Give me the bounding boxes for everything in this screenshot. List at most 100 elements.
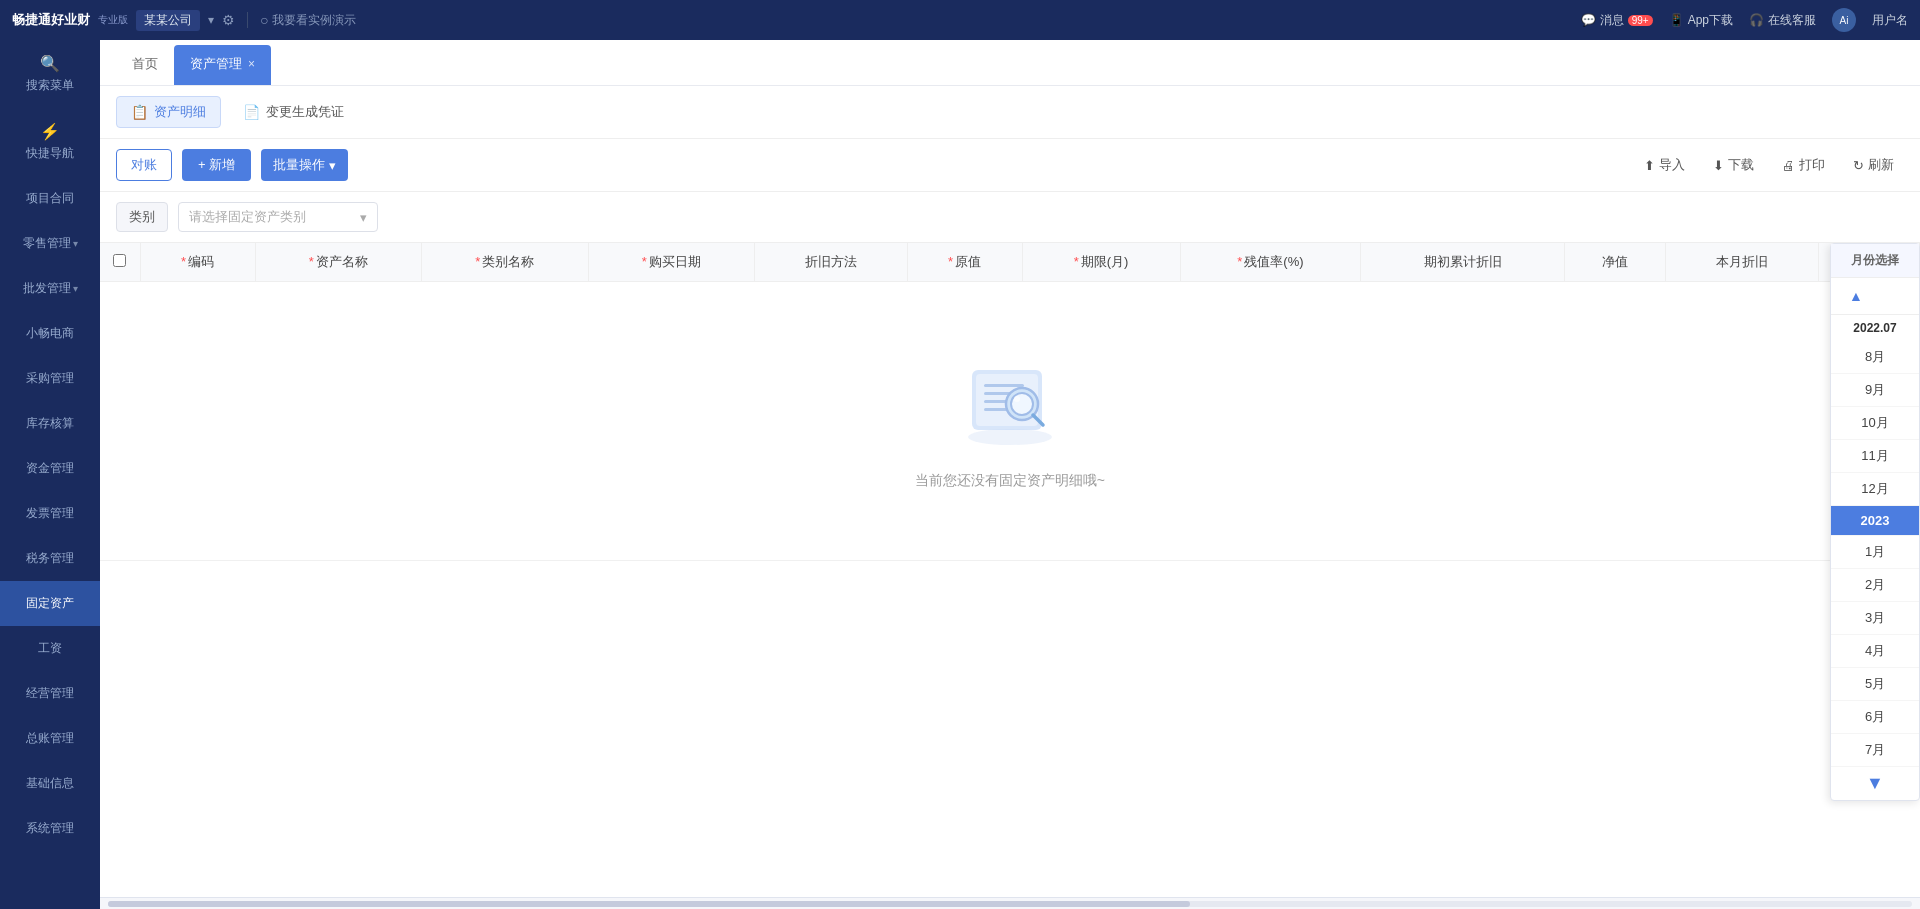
sidebar-item-general[interactable]: 总账管理 — [0, 716, 100, 761]
month-item-6[interactable]: 6月 — [1831, 701, 1919, 734]
toolbar: 对账 + 新增 批量操作 ▾ ⬆ 导入 ⬇ 下载 — [100, 139, 1920, 192]
content-footer — [100, 897, 1920, 909]
th-original-value: 原值 — [907, 243, 1022, 282]
company-dropdown-arrow[interactable]: ▾ — [208, 13, 214, 27]
sub-tab-change-voucher[interactable]: 📄 变更生成凭证 — [229, 97, 358, 127]
table-container: 编码 资产名称 类别名称 购买日期 折旧方法 原值 期限(月) 残值率(%) 期… — [100, 243, 1920, 897]
tab-bar: 首页 资产管理 × — [100, 40, 1920, 86]
online-service-button[interactable]: 🎧 在线客服 — [1749, 12, 1816, 29]
empty-illustration — [950, 352, 1070, 452]
chevron-down-icon: ▾ — [73, 238, 78, 249]
download-button[interactable]: ⬇ 下载 — [1703, 150, 1764, 180]
month-item-11[interactable]: 11月 — [1831, 440, 1919, 473]
sidebar-item-retail[interactable]: 零售管理 ▾ — [0, 221, 100, 266]
sidebar-item-ecom[interactable]: 小畅电商 — [0, 311, 100, 356]
category-label: 类别 — [116, 202, 168, 232]
month-list: 8月 9月 10月 11月 12月 2023 1月 2月 3月 4月 5月 6月… — [1831, 341, 1919, 767]
th-accumulated-depreciation: 期初累计折旧 — [1361, 243, 1565, 282]
select-all-checkbox[interactable] — [113, 254, 126, 267]
month-item-2[interactable]: 2月 — [1831, 569, 1919, 602]
th-asset-name: 资产名称 — [255, 243, 422, 282]
page-content: 📋 资产明细 📄 变更生成凭证 对账 + 新增 批量操作 ▾ — [100, 86, 1920, 909]
month-next-button[interactable]: ▼ — [1866, 773, 1884, 794]
headset-icon: 🎧 — [1749, 13, 1764, 27]
sidebar-item-invoice[interactable]: 发票管理 — [0, 491, 100, 536]
nav-icon: ⚡ — [40, 122, 60, 141]
filter-row: 类别 请选择固定资产类别 ▾ — [100, 192, 1920, 243]
sub-tab-asset-detail[interactable]: 📋 资产明细 — [116, 96, 221, 128]
print-icon: 🖨 — [1782, 158, 1795, 173]
sidebar-item-search[interactable]: 🔍 搜索菜单 — [0, 40, 100, 108]
sidebar-item-wholesale[interactable]: 批发管理 ▾ — [0, 266, 100, 311]
th-category-name: 类别名称 — [422, 243, 589, 282]
month-prev-button[interactable]: ▲ — [1839, 282, 1873, 310]
user-name[interactable]: 用户名 — [1872, 12, 1908, 29]
month-item-12[interactable]: 12月 — [1831, 473, 1919, 506]
sidebar-item-salary[interactable]: 工资 — [0, 626, 100, 671]
th-monthly-depreciation: 本月折旧 — [1666, 243, 1819, 282]
content-area: 首页 资产管理 × 📋 资产明细 📄 变更生成凭证 — [100, 40, 1920, 909]
sidebar-item-tax[interactable]: 税务管理 — [0, 536, 100, 581]
month-item-5[interactable]: 5月 — [1831, 668, 1919, 701]
refresh-icon: ↻ — [1853, 158, 1864, 173]
sidebar-item-project[interactable]: 项目合同 — [0, 176, 100, 221]
message-icon: 💬 — [1581, 13, 1596, 27]
month-item-8[interactable]: 8月 — [1831, 341, 1919, 374]
svg-point-0 — [968, 429, 1052, 445]
add-button[interactable]: + 新增 — [182, 149, 251, 181]
print-button[interactable]: 🖨 打印 — [1772, 150, 1835, 180]
sidebar-item-inventory[interactable]: 库存核算 — [0, 401, 100, 446]
month-item-year-2023[interactable]: 2023 — [1831, 506, 1919, 536]
svg-rect-3 — [984, 384, 1024, 387]
th-period-months: 期限(月) — [1022, 243, 1180, 282]
tablet-icon: 📱 — [1669, 13, 1684, 27]
document-icon: 📋 — [131, 104, 148, 120]
sidebar-item-basic[interactable]: 基础信息 — [0, 761, 100, 806]
th-residual-rate: 残值率(%) — [1180, 243, 1361, 282]
horizontal-scrollbar[interactable] — [108, 901, 1912, 907]
month-panel-year: 2022.07 — [1831, 315, 1919, 341]
th-code: 编码 — [140, 243, 255, 282]
sidebar-item-finance[interactable]: 资金管理 — [0, 446, 100, 491]
month-item-4[interactable]: 4月 — [1831, 635, 1919, 668]
scroll-thumb — [108, 901, 1190, 907]
sidebar-item-quicknav[interactable]: ⚡ 快捷导航 — [0, 108, 100, 176]
batch-button[interactable]: 批量操作 ▾ — [261, 149, 348, 181]
settings-icon[interactable]: ⚙ — [222, 12, 235, 28]
month-panel-footer: ▼ — [1831, 767, 1919, 800]
company-select[interactable]: 某某公司 — [136, 10, 200, 31]
app-download-button[interactable]: 📱 App下载 — [1669, 12, 1733, 29]
import-icon: ⬆ — [1644, 158, 1655, 173]
batch-arrow-icon: ▾ — [329, 158, 336, 173]
sidebar-item-purchase[interactable]: 采购管理 — [0, 356, 100, 401]
top-bar: 畅捷通好业财 专业版 某某公司 ▾ ⚙ ○ 我要看实例演示 💬 消息 99+ 📱… — [0, 0, 1920, 40]
tab-close-icon[interactable]: × — [248, 57, 255, 71]
month-item-9[interactable]: 9月 — [1831, 374, 1919, 407]
th-net-value: 净值 — [1565, 243, 1666, 282]
message-button[interactable]: 💬 消息 99+ — [1581, 12, 1653, 29]
th-purchase-date: 购买日期 — [588, 243, 755, 282]
sidebar-item-system[interactable]: 系统管理 — [0, 806, 100, 851]
top-bar-right: 💬 消息 99+ 📱 App下载 🎧 在线客服 Ai 用户名 — [1581, 8, 1908, 32]
month-item-10[interactable]: 10月 — [1831, 407, 1919, 440]
empty-state-cell: 当前您还没有固定资产明细哦~ — [100, 282, 1920, 561]
demo-link[interactable]: ○ 我要看实例演示 — [260, 12, 356, 29]
tab-asset-mgmt[interactable]: 资产管理 × — [174, 45, 271, 85]
select-arrow-icon: ▾ — [360, 210, 367, 225]
sidebar-item-fixed-assets[interactable]: 固定资产 — [0, 581, 100, 626]
sub-tab-bar: 📋 资产明细 📄 变更生成凭证 — [100, 86, 1920, 139]
reconcile-button[interactable]: 对账 — [116, 149, 172, 181]
month-item-3[interactable]: 3月 — [1831, 602, 1919, 635]
empty-state: 当前您还没有固定资产明细哦~ — [112, 292, 1908, 550]
refresh-button[interactable]: ↻ 刷新 — [1843, 150, 1904, 180]
category-select[interactable]: 请选择固定资产类别 ▾ — [178, 202, 378, 232]
import-button[interactable]: ⬆ 导入 — [1634, 150, 1695, 180]
month-item-1[interactable]: 1月 — [1831, 536, 1919, 569]
month-panel: 月份选择 ▲ 2022.07 8月 9月 10月 11月 12月 2023 1月 — [1830, 243, 1920, 801]
app-logo: 畅捷通好业财 — [12, 12, 90, 28]
month-item-7[interactable]: 7月 — [1831, 734, 1919, 767]
sidebar-item-management[interactable]: 经营管理 — [0, 671, 100, 716]
tab-home[interactable]: 首页 — [116, 45, 174, 85]
th-checkbox — [100, 243, 140, 282]
svg-point-8 — [1011, 393, 1033, 415]
